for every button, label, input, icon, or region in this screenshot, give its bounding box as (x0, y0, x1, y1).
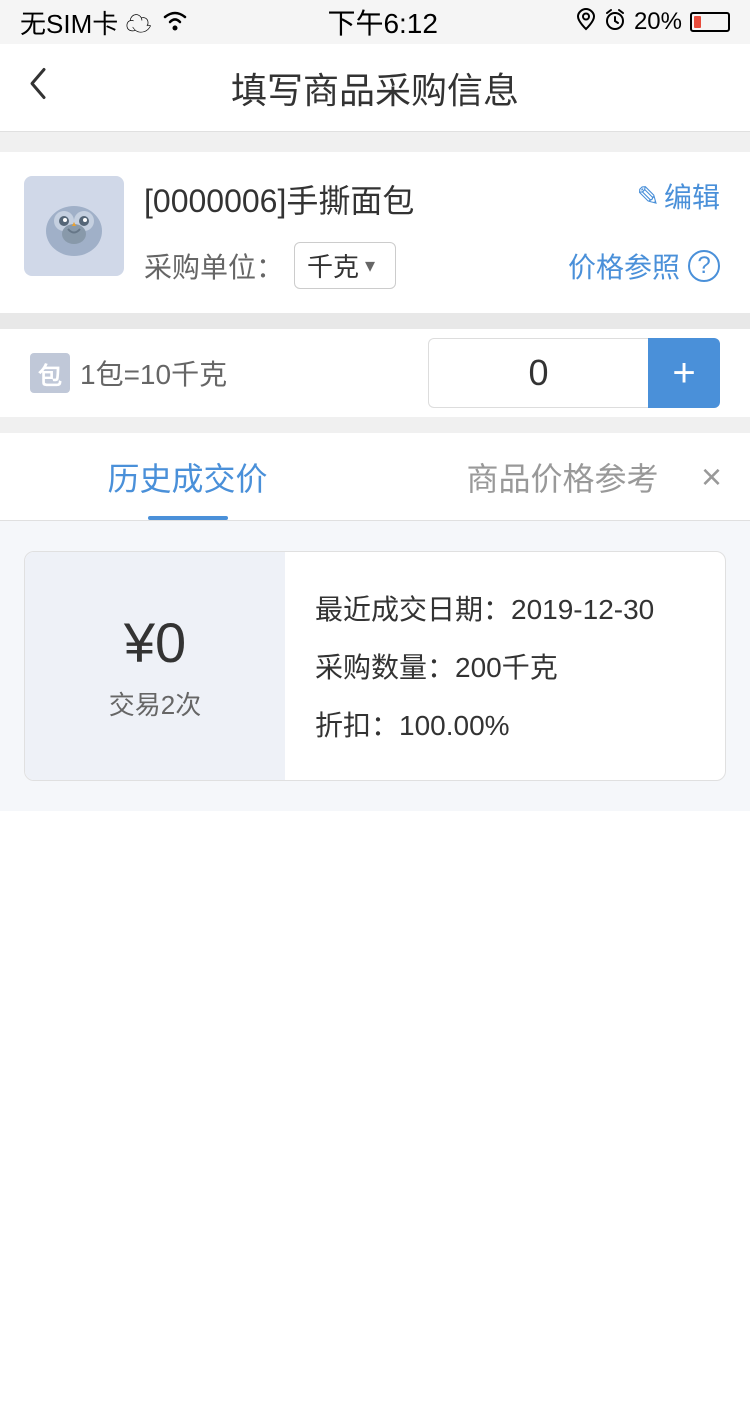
discount-row: 折扣：100.00% (315, 704, 695, 744)
product-header: [0000006]手撕面包 ✎ 编辑 (144, 176, 720, 222)
quantity-input[interactable]: 0 (428, 338, 648, 408)
tab-active-indicator (148, 516, 228, 520)
tab-history-price-label: 历史成交价 (107, 454, 267, 500)
battery-pct-text: 20% (634, 8, 682, 36)
edit-icon: ✎ (637, 180, 660, 213)
discount-value: 100.00% (399, 710, 510, 741)
content-rest (0, 811, 750, 1411)
unit-conversion-text: 1包=10千克 (80, 353, 227, 393)
tabs-header: 历史成交价 商品价格参考 × (0, 433, 750, 521)
product-info: [0000006]手撕面包 ✎ 编辑 采购单位： 千克 ▾ 价格参照 ? (144, 176, 720, 289)
question-icon: ? (688, 250, 720, 282)
status-bar: 无SIM卡 ☁ 下午6:12 20 (0, 0, 750, 44)
currency-symbol: ¥ (124, 611, 155, 674)
alarm-icon (604, 7, 626, 38)
history-price-card: ¥0 交易2次 最近成交日期：2019-12-30 采购数量：200千克 折扣：… (24, 551, 726, 781)
battery-icon (690, 12, 730, 32)
unit-box-icon: 包 (30, 353, 70, 393)
purchase-qty-row: 采购数量：200千克 (315, 646, 695, 686)
product-unit-row: 采购单位： 千克 ▾ 价格参照 ? (144, 242, 720, 289)
history-price-value: ¥0 (124, 610, 186, 675)
nav-bar: 填写商品采购信息 (0, 44, 750, 132)
back-button[interactable] (24, 61, 52, 114)
quantity-input-group: 0 + (428, 338, 720, 408)
dropdown-arrow-icon: ▾ (365, 253, 375, 278)
location-icon (576, 7, 596, 38)
product-name: [0000006]手撕面包 (144, 176, 414, 222)
unit-select-dropdown[interactable]: 千克 ▾ (294, 242, 396, 289)
quantity-row: 包 1包=10千克 0 + (0, 329, 750, 417)
carrier-text: 无SIM卡 ☁ (20, 4, 151, 41)
purchase-qty-label: 采购数量： (315, 652, 455, 683)
history-price-details: 最近成交日期：2019-12-30 采购数量：200千克 折扣：100.00% (285, 552, 725, 780)
history-trades-label: 交易2次 (109, 685, 201, 722)
tab-product-price-ref-label: 商品价格参考 (466, 454, 658, 500)
tab-history-price[interactable]: 历史成交价 (0, 433, 375, 520)
quantity-unit-label: 包 1包=10千克 (30, 353, 227, 393)
plus-icon: + (672, 353, 695, 393)
tabs-close-button[interactable]: × (701, 456, 722, 498)
purchase-qty-value: 200千克 (455, 652, 558, 683)
price-ref-button[interactable]: 价格参照 ? (568, 246, 720, 286)
history-price-summary: ¥0 交易2次 (25, 552, 285, 780)
product-thumbnail (24, 176, 124, 276)
recent-date-label: 最近成交日期： (315, 594, 511, 625)
tab-product-price-ref[interactable]: 商品价格参考 (375, 433, 750, 520)
recent-date-value: 2019-12-30 (511, 594, 654, 625)
product-card: [0000006]手撕面包 ✎ 编辑 采购单位： 千克 ▾ 价格参照 ? (0, 152, 750, 313)
discount-label: 折扣： (315, 710, 399, 741)
quantity-plus-button[interactable]: + (648, 338, 720, 408)
unit-label-group: 采购单位： 千克 ▾ (144, 242, 396, 289)
status-left: 无SIM卡 ☁ (20, 4, 189, 41)
page-title: 填写商品采购信息 (231, 62, 519, 114)
tab-content: ¥0 交易2次 最近成交日期：2019-12-30 采购数量：200千克 折扣：… (0, 521, 750, 811)
edit-button[interactable]: ✎ 编辑 (637, 176, 720, 216)
status-right: 20% (576, 7, 730, 38)
tabs-section: 历史成交价 商品价格参考 × ¥0 交易2次 最近成交日期：2019-12-30 (0, 433, 750, 811)
recent-date-row: 最近成交日期：2019-12-30 (315, 588, 695, 628)
section-divider (0, 313, 750, 329)
status-time: 下午6:12 (327, 2, 438, 42)
wifi-icon (161, 7, 189, 38)
